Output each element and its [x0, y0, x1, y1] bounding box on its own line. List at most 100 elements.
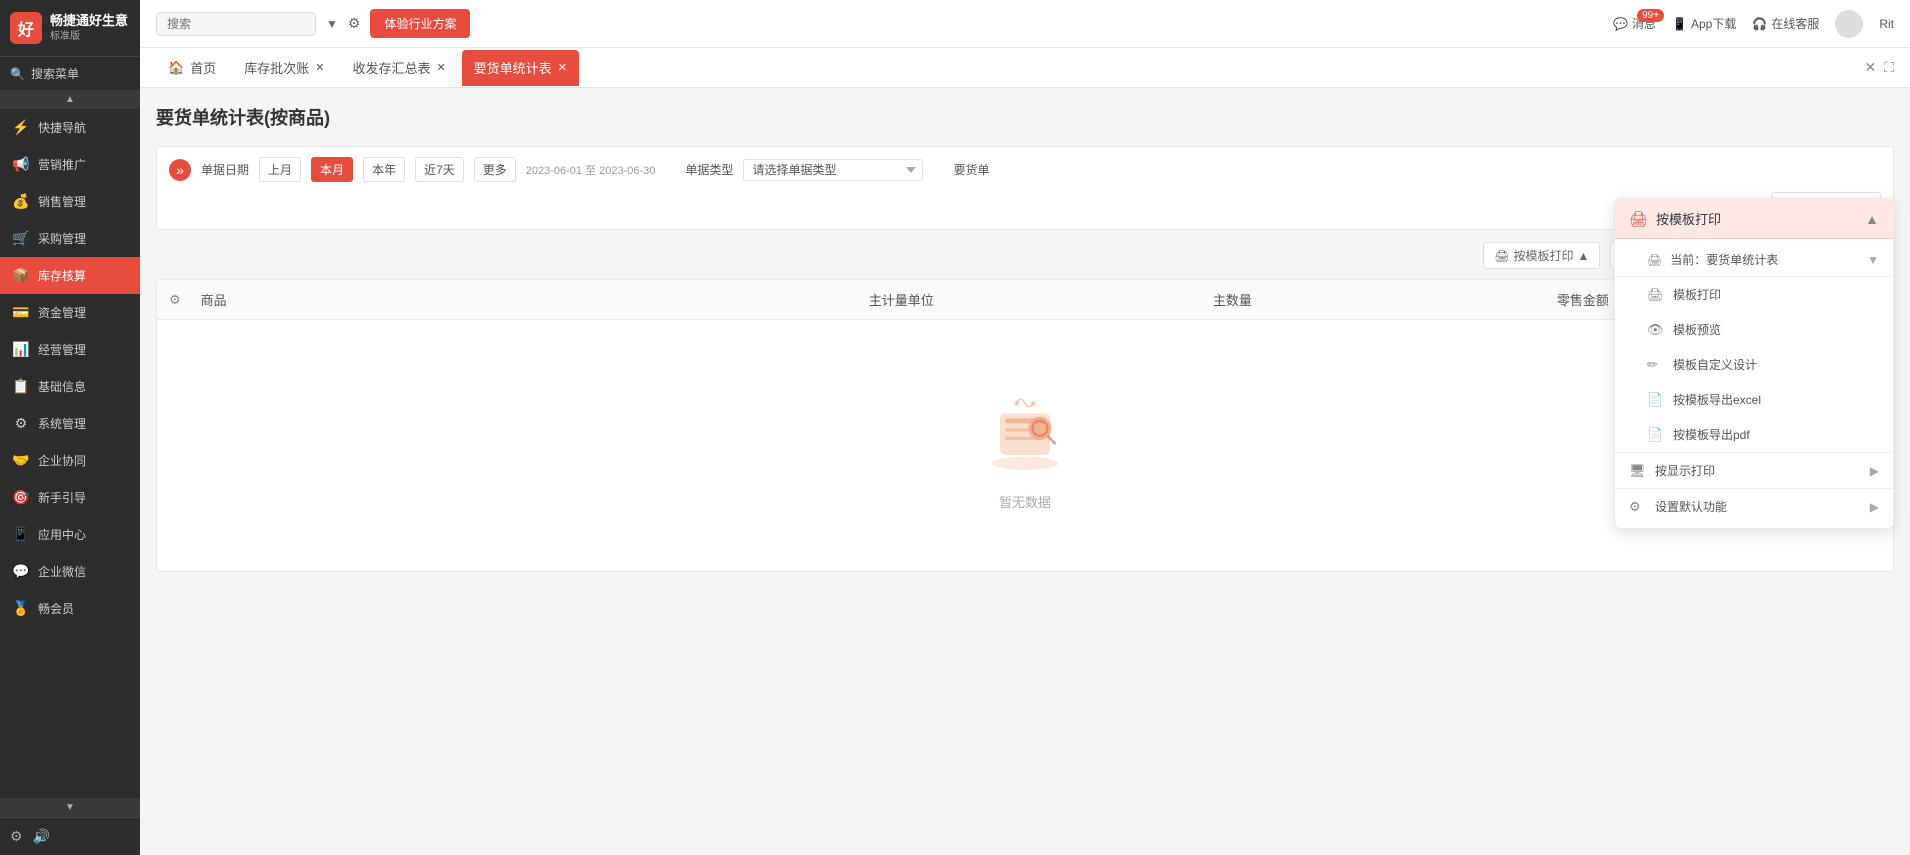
sidebar-nav: ⚡ 快捷导航 📢 营销推广 💰 销售管理 🛒 采购管理 📦 库存核算 💳 资金管… [0, 109, 140, 798]
app-download-label: App下载 [1691, 15, 1736, 32]
sidebar-item-finance[interactable]: 💳 资金管理 [0, 294, 140, 331]
display-print-label: 按显示打印 [1655, 462, 1860, 479]
dropdown-display-print[interactable]: 🖥 按显示打印 ▶ [1615, 452, 1893, 488]
date-btn-this-month[interactable]: 本月 [311, 157, 353, 182]
sidebar-item-weixin[interactable]: 💬 企业微信 [0, 553, 140, 590]
message-icon: 💬 [1613, 17, 1628, 31]
operation-icon: 📊 [12, 341, 30, 358]
sidebar-item-guide[interactable]: 🎯 新手引导 [0, 479, 140, 516]
close-window-btn[interactable]: ✕ [1864, 59, 1876, 76]
date-btn-more[interactable]: 更多 [474, 157, 516, 182]
sidebar-item-purchase[interactable]: 🛒 采购管理 [0, 220, 140, 257]
dropdown-item-template-pdf[interactable]: 📄 按模板导出pdf [1615, 417, 1893, 452]
sidebar-volume-btn[interactable]: 🔊 [33, 828, 50, 845]
sidebar-item-label: 资金管理 [38, 304, 86, 321]
avatar[interactable] [1835, 10, 1863, 38]
sidebar-item-label: 快捷导航 [38, 119, 86, 136]
date-btn-last-month[interactable]: 上月 [259, 157, 301, 182]
username-label: Rit [1879, 17, 1894, 31]
sidebar: 好 畅捷通好生意 标准版 🔍 搜索菜单 ▲ ⚡ 快捷导航 📢 营销推广 💰 销售… [0, 0, 140, 855]
trial-button[interactable]: 体验行业方案 [370, 9, 470, 38]
service-button[interactable]: 🎧 在线客服 [1752, 15, 1819, 32]
dropdown-header: 🖨 按模板打印 ▲ [1615, 199, 1893, 239]
tab-receipt-summary[interactable]: 收发存汇总表 ✕ [340, 50, 457, 86]
search-input[interactable] [156, 12, 316, 36]
dropdown-item-template-design[interactable]: ✏ 模板自定义设计 [1615, 347, 1893, 382]
date-btn-this-year[interactable]: 本年 [363, 157, 405, 182]
tab-close-order-stats[interactable]: ✕ [558, 61, 567, 74]
doc-type-filter-label: 单据类型 [685, 161, 733, 178]
purchase-icon: 🛒 [12, 230, 30, 247]
current-arrow-icon: ▼ [1867, 253, 1879, 267]
sidebar-item-inventory[interactable]: 📦 库存核算 [0, 257, 140, 294]
sidebar-logo: 好 畅捷通好生意 标准版 [0, 0, 140, 57]
sidebar-item-operation[interactable]: 📊 经营管理 [0, 331, 140, 368]
dropdown-title-label: 按模板打印 [1656, 209, 1721, 228]
sidebar-item-basic[interactable]: 📋 基础信息 [0, 368, 140, 405]
sidebar-item-appstore[interactable]: 📱 应用中心 [0, 516, 140, 553]
table-settings-icon[interactable]: ⚙ [169, 292, 181, 308]
default-func-label: 设置默认功能 [1655, 498, 1860, 515]
marketing-icon: 📢 [12, 156, 30, 173]
tab-home[interactable]: 🏠 首页 [156, 50, 228, 86]
topbar-gear-icon[interactable]: ⚙ [348, 15, 361, 32]
template-print-label: 模板打印 [1673, 286, 1721, 303]
default-func-icon: ⚙ [1629, 499, 1645, 515]
home-icon: 🏠 [168, 60, 184, 76]
tab-inventory-batch[interactable]: 库存批次账 ✕ [232, 50, 336, 86]
sidebar-item-collab[interactable]: 🤝 企业协同 [0, 442, 140, 479]
sidebar-search-label: 搜索菜单 [31, 65, 79, 82]
sidebar-item-label: 库存核算 [38, 267, 86, 284]
search-icon: 🔍 [10, 67, 25, 81]
filter-expand-button[interactable]: » [169, 159, 191, 181]
template-preview-label: 模板预览 [1673, 321, 1721, 338]
dropdown-item-template-excel[interactable]: 📄 按模板导出excel [1615, 382, 1893, 417]
sidebar-item-member[interactable]: 🏅 畅会员 [0, 590, 140, 627]
sidebar-item-label: 营销推广 [38, 156, 86, 173]
date-range-label: 2023-06-01 至 2023-06-30 [526, 162, 656, 178]
display-print-icon: 🖥 [1629, 463, 1645, 479]
sidebar-item-label: 企业微信 [38, 563, 86, 580]
dropdown-default-func[interactable]: ⚙ 设置默认功能 ▶ [1615, 488, 1893, 524]
goods-filter-label: 要货单 [953, 161, 989, 178]
messages-button[interactable]: 💬 消息 99+ [1613, 15, 1656, 32]
sidebar-item-marketing[interactable]: 📢 营销推广 [0, 146, 140, 183]
sidebar-item-sales[interactable]: 💰 销售管理 [0, 183, 140, 220]
date-btn-last-7-days[interactable]: 近7天 [415, 157, 464, 182]
app-download-button[interactable]: 📱 App下载 [1672, 15, 1736, 32]
topbar-left: ▼ ⚙ 体验行业方案 [156, 9, 470, 38]
tab-order-stats[interactable]: 要货单统计表 ✕ [462, 50, 579, 86]
sidebar-item-system[interactable]: ⚙ 系统管理 [0, 405, 140, 442]
sidebar-item-label: 销售管理 [38, 193, 86, 210]
sidebar-scroll-up[interactable]: ▲ [0, 90, 140, 109]
template-design-icon: ✏ [1647, 357, 1663, 373]
dropdown-item-template-preview[interactable]: 👁 模板预览 [1615, 312, 1893, 347]
tab-window-controls: ✕ ⛶ [1864, 59, 1894, 76]
sidebar-scroll-down[interactable]: ▼ [0, 798, 140, 817]
page-content: 要货单统计表(按商品) » 单据日期 上月 本月 本年 近7天 更多 2023-… [140, 88, 1910, 855]
dropdown-collapse-btn[interactable]: ▲ [1865, 211, 1879, 227]
tab-receipt-summary-label: 收发存汇总表 [352, 58, 430, 77]
sidebar-settings-btn[interactable]: ⚙ [10, 828, 23, 845]
template-excel-label: 按模板导出excel [1673, 391, 1761, 408]
tab-close-receipt-summary[interactable]: ✕ [436, 61, 445, 74]
col-header-product: 商品 [201, 290, 849, 309]
dropdown-section: 🖨 当前：要货单统计表 ▼ 🖨 模板打印 👁 模板预览 ✏ 模板自定义设计 [1615, 239, 1893, 528]
empty-illustration [975, 380, 1075, 480]
member-icon: 🏅 [12, 600, 30, 617]
expand-window-btn[interactable]: ⛶ [1884, 59, 1894, 76]
doc-type-select[interactable]: 请选择单据类型 [743, 159, 923, 181]
dropdown-item-template-print[interactable]: 🖨 模板打印 [1615, 277, 1893, 312]
topbar: ▼ ⚙ 体验行业方案 💬 消息 99+ 📱 App下载 🎧 在线客服 Rit [140, 0, 1910, 48]
finance-icon: 💳 [12, 304, 30, 321]
dropdown-title: 🖨 按模板打印 [1629, 209, 1721, 228]
topbar-dropdown-btn[interactable]: ▼ [326, 17, 338, 31]
tab-close-inventory-batch[interactable]: ✕ [315, 61, 324, 74]
print-button[interactable]: 🖨 按模板打印 ▲ [1483, 242, 1600, 269]
sidebar-item-shortcut[interactable]: ⚡ 快捷导航 [0, 109, 140, 146]
dropdown-current-item[interactable]: 🖨 当前：要货单统计表 ▼ [1615, 243, 1893, 277]
empty-text: 暂无数据 [999, 492, 1051, 511]
sidebar-search[interactable]: 🔍 搜索菜单 [0, 57, 140, 90]
sidebar-item-label: 采购管理 [38, 230, 86, 247]
main-area: ▼ ⚙ 体验行业方案 💬 消息 99+ 📱 App下载 🎧 在线客服 Rit [140, 0, 1910, 855]
